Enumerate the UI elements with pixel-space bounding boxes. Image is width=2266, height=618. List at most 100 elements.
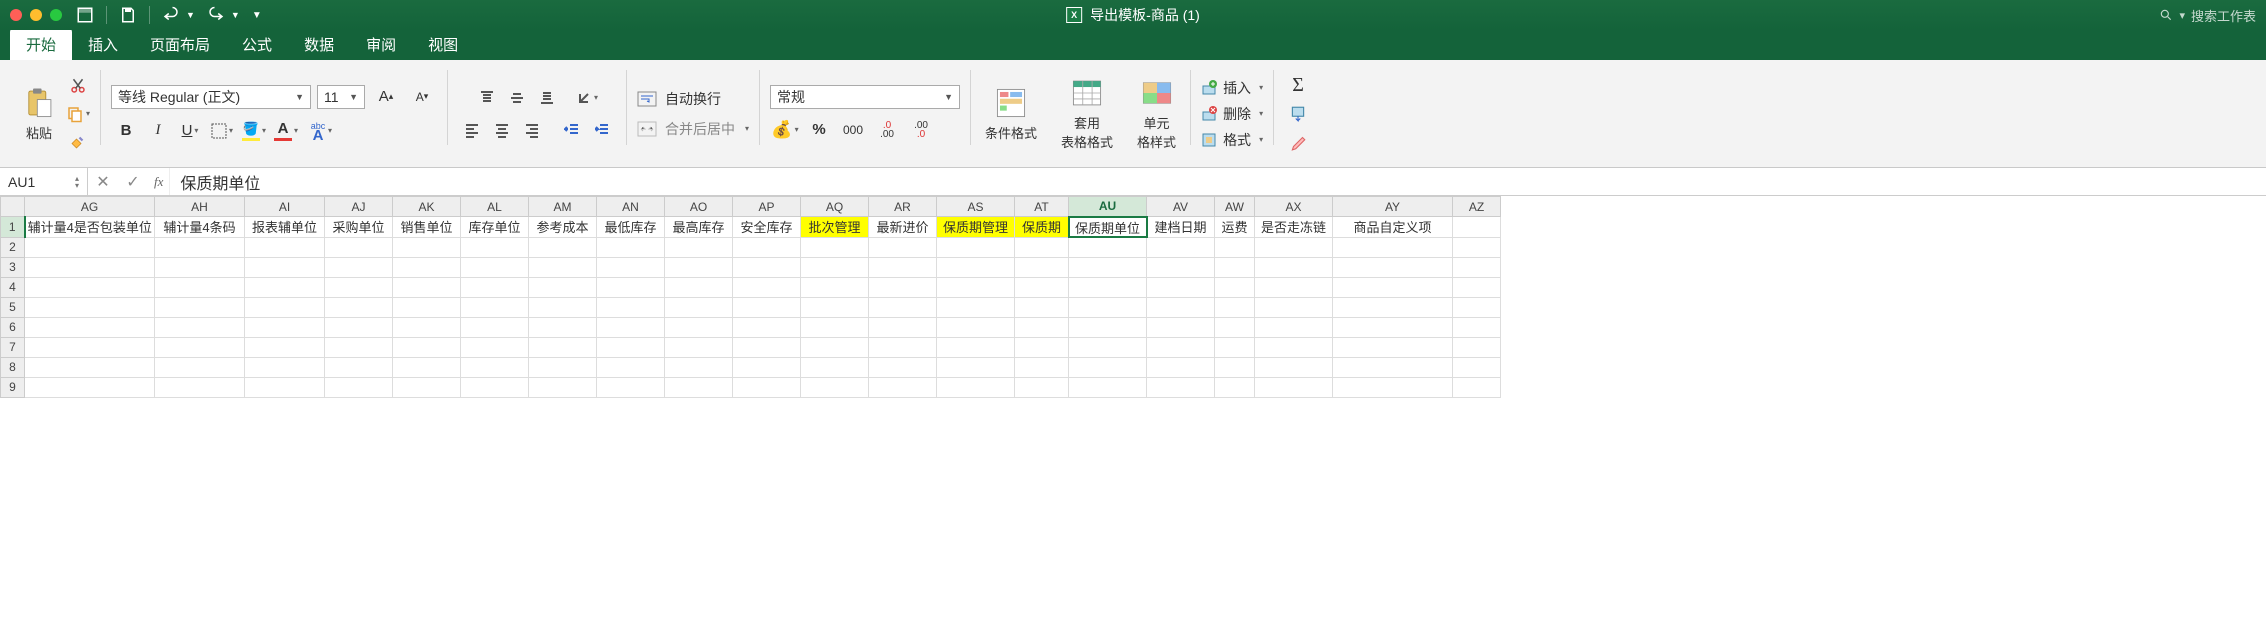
cell-AS7[interactable] <box>937 337 1015 357</box>
cell-AO8[interactable] <box>665 357 733 377</box>
cell-AH9[interactable] <box>155 377 245 397</box>
cell-AR3[interactable] <box>869 257 937 277</box>
cell-AM1[interactable]: 参考成本 <box>529 217 597 238</box>
cell-AO4[interactable] <box>665 277 733 297</box>
cell-AT1[interactable]: 保质期 <box>1015 217 1069 238</box>
cell-AZ3[interactable] <box>1453 257 1501 277</box>
cell-AR4[interactable] <box>869 277 937 297</box>
cell-AQ9[interactable] <box>801 377 869 397</box>
cell-AI4[interactable] <box>245 277 325 297</box>
cell-AW2[interactable] <box>1215 237 1255 257</box>
border-button[interactable]: ▾ <box>207 118 237 144</box>
cell-AP9[interactable] <box>733 377 801 397</box>
column-header-AZ[interactable]: AZ <box>1453 197 1501 217</box>
cell-AW4[interactable] <box>1215 277 1255 297</box>
confirm-formula-button[interactable]: ✓ <box>118 168 148 195</box>
tab-review[interactable]: 审阅 <box>350 28 412 60</box>
comma-button[interactable]: 000 <box>838 117 868 143</box>
cell-AR6[interactable] <box>869 317 937 337</box>
cell-AK8[interactable] <box>393 357 461 377</box>
cell-AU9[interactable] <box>1069 377 1147 397</box>
cell-AU6[interactable] <box>1069 317 1147 337</box>
cell-AS6[interactable] <box>937 317 1015 337</box>
font-name-select[interactable]: 等线 Regular (正文)▼ <box>111 85 311 109</box>
cell-AH3[interactable] <box>155 257 245 277</box>
cell-AM4[interactable] <box>529 277 597 297</box>
cell-AT9[interactable] <box>1015 377 1069 397</box>
cell-style-button[interactable]: 单元 格样式 <box>1133 74 1180 153</box>
cell-AP2[interactable] <box>733 237 801 257</box>
cell-AV1[interactable]: 建档日期 <box>1147 217 1215 238</box>
tab-insert[interactable]: 插入 <box>72 28 134 60</box>
cell-AZ6[interactable] <box>1453 317 1501 337</box>
sheet-search[interactable]: ▾ 搜索工作表 <box>2159 6 2256 25</box>
maximize-window-button[interactable] <box>50 9 62 21</box>
cut-button[interactable] <box>66 75 90 97</box>
cell-AG9[interactable] <box>25 377 155 397</box>
cell-AX4[interactable] <box>1255 277 1333 297</box>
formula-input[interactable]: 保质期单位 <box>170 170 2266 194</box>
cell-AZ7[interactable] <box>1453 337 1501 357</box>
cell-AH8[interactable] <box>155 357 245 377</box>
cell-AX5[interactable] <box>1255 297 1333 317</box>
insert-cells-button[interactable]: 插入▾ <box>1201 78 1263 98</box>
cell-AK7[interactable] <box>393 337 461 357</box>
undo-button[interactable] <box>162 6 180 24</box>
cell-AQ7[interactable] <box>801 337 869 357</box>
cell-AW6[interactable] <box>1215 317 1255 337</box>
cell-AU1[interactable]: 保质期单位 <box>1069 217 1147 238</box>
cell-AX9[interactable] <box>1255 377 1333 397</box>
column-header-AV[interactable]: AV <box>1147 197 1215 217</box>
cell-AJ4[interactable] <box>325 277 393 297</box>
row-header-7[interactable]: 7 <box>1 337 25 357</box>
cell-AN8[interactable] <box>597 357 665 377</box>
cell-AJ8[interactable] <box>325 357 393 377</box>
cell-AO2[interactable] <box>665 237 733 257</box>
cell-AI5[interactable] <box>245 297 325 317</box>
cell-AM6[interactable] <box>529 317 597 337</box>
cell-AN3[interactable] <box>597 257 665 277</box>
select-all-corner[interactable] <box>1 197 25 217</box>
cell-AK1[interactable]: 销售单位 <box>393 217 461 238</box>
cell-AH1[interactable]: 辅计量4条码 <box>155 217 245 238</box>
cell-AW5[interactable] <box>1215 297 1255 317</box>
currency-button[interactable]: 💰▾ <box>770 117 800 143</box>
cell-AN7[interactable] <box>597 337 665 357</box>
cell-AS8[interactable] <box>937 357 1015 377</box>
cell-AK5[interactable] <box>393 297 461 317</box>
cell-AX6[interactable] <box>1255 317 1333 337</box>
cell-AV9[interactable] <box>1147 377 1215 397</box>
qat-customize[interactable]: ▼ <box>252 10 262 21</box>
column-header-AP[interactable]: AP <box>733 197 801 217</box>
name-box[interactable]: AU1 ▴▾ <box>0 168 88 195</box>
cell-AG6[interactable] <box>25 317 155 337</box>
cell-AT5[interactable] <box>1015 297 1069 317</box>
row-header-1[interactable]: 1 <box>1 217 25 238</box>
cell-AI9[interactable] <box>245 377 325 397</box>
conditional-format-button[interactable]: 条件格式 <box>981 84 1041 144</box>
cell-AV6[interactable] <box>1147 317 1215 337</box>
font-size-select[interactable]: 11▼ <box>317 85 365 109</box>
cell-AU3[interactable] <box>1069 257 1147 277</box>
cell-AT4[interactable] <box>1015 277 1069 297</box>
cell-AN2[interactable] <box>597 237 665 257</box>
cell-AO1[interactable]: 最高库存 <box>665 217 733 238</box>
cell-AJ6[interactable] <box>325 317 393 337</box>
undo-dropdown[interactable]: ▼ <box>186 10 195 20</box>
column-header-AY[interactable]: AY <box>1333 197 1453 217</box>
cell-AS9[interactable] <box>937 377 1015 397</box>
cell-AI6[interactable] <box>245 317 325 337</box>
cell-AS1[interactable]: 保质期管理 <box>937 217 1015 238</box>
cell-AU4[interactable] <box>1069 277 1147 297</box>
cell-AQ8[interactable] <box>801 357 869 377</box>
cell-AJ2[interactable] <box>325 237 393 257</box>
cell-AJ5[interactable] <box>325 297 393 317</box>
cell-AZ5[interactable] <box>1453 297 1501 317</box>
cell-AI7[interactable] <box>245 337 325 357</box>
cell-AL9[interactable] <box>461 377 529 397</box>
delete-cells-button[interactable]: 删除▾ <box>1201 104 1263 124</box>
cell-AY8[interactable] <box>1333 357 1453 377</box>
cell-AV5[interactable] <box>1147 297 1215 317</box>
column-header-AO[interactable]: AO <box>665 197 733 217</box>
bold-button[interactable]: B <box>111 118 141 144</box>
